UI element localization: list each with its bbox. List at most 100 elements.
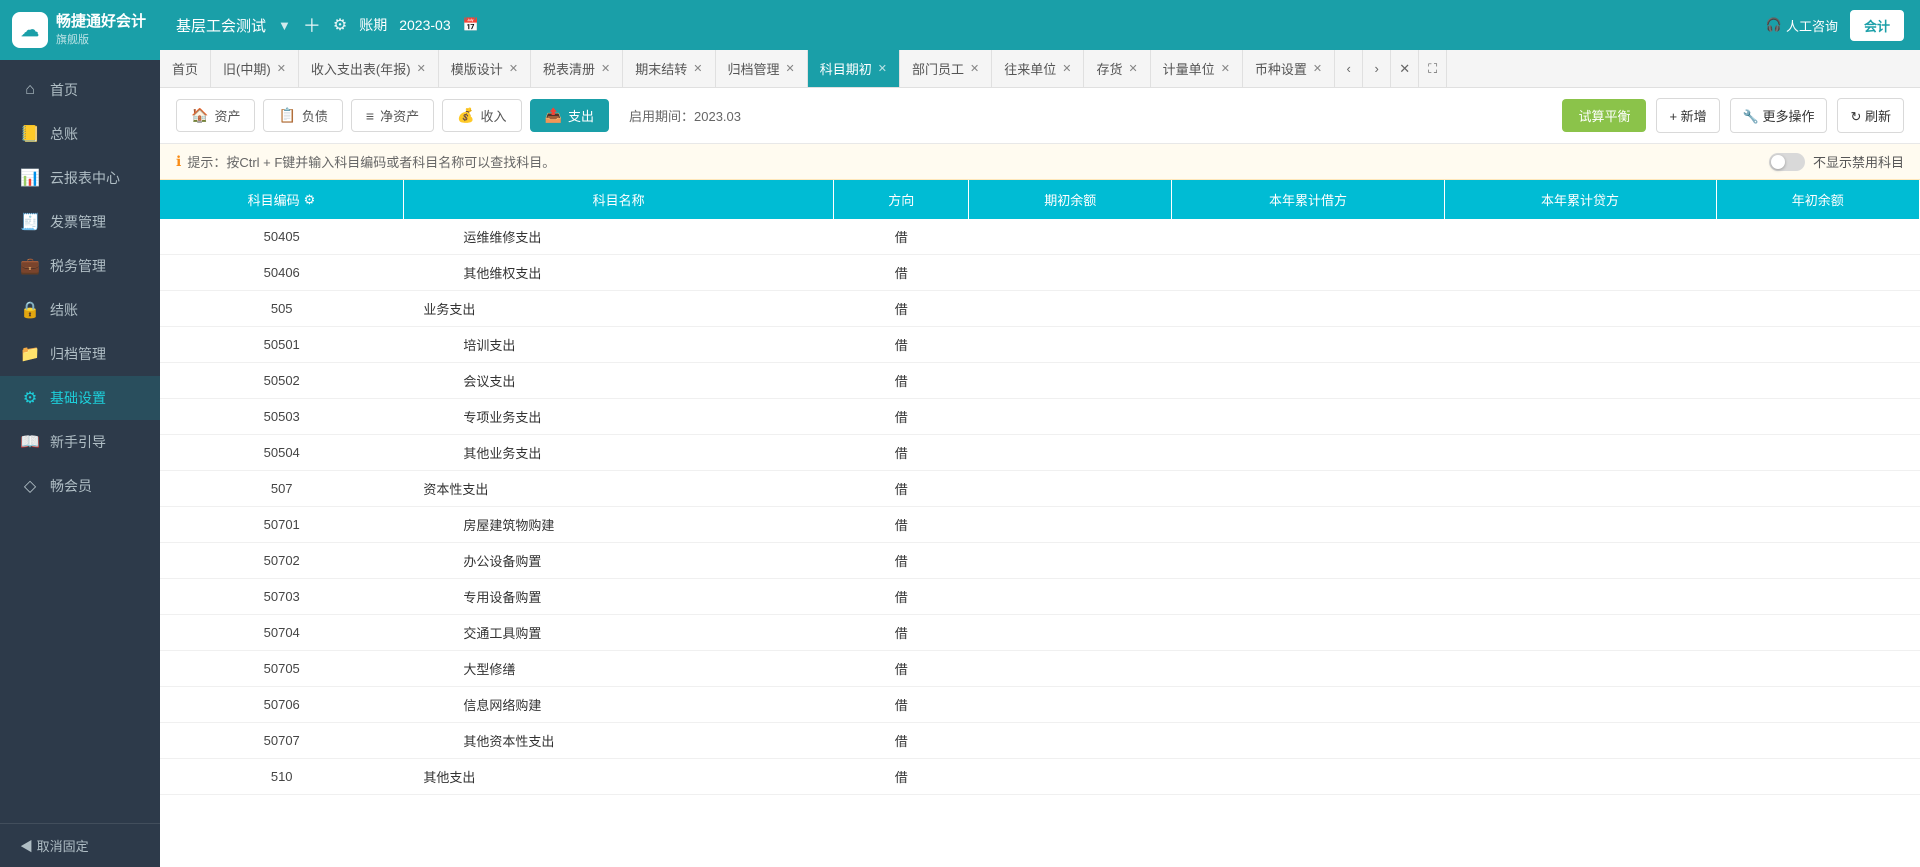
column-settings-icon[interactable]: ⚙ [304, 192, 316, 208]
subject-direction: 借 [834, 471, 969, 507]
sidebar-item-closing[interactable]: 🔒结账 [0, 288, 160, 332]
category-btn-asset[interactable]: 🏠资产 [176, 99, 255, 132]
ytd-balance [1716, 471, 1919, 507]
cancel-fixed-btn[interactable]: ◀ 取消固定 [0, 823, 160, 867]
add-company-btn[interactable]: ＋ [303, 12, 321, 38]
tab-close-tax_table[interactable]: ✕ [601, 62, 610, 75]
table-row[interactable]: 50704交通工具购置借 [160, 615, 1920, 651]
tab-prev-btn[interactable]: ‹ [1335, 50, 1363, 88]
tab-bar: 首页旧(中期)✕收入支出表(年报)✕模版设计✕税表清册✕期末结转✕归档管理✕科目… [160, 50, 1920, 88]
sidebar-item-tax[interactable]: 💼税务管理 [0, 244, 160, 288]
tab-close-inventory[interactable]: ✕ [1128, 62, 1137, 75]
tab-period_end[interactable]: 期末结转✕ [623, 50, 715, 88]
table-row[interactable]: 50707其他资本性支出借 [160, 723, 1920, 759]
sidebar-item-invoice[interactable]: 🧾发票管理 [0, 200, 160, 244]
subject-code: 50705 [160, 651, 403, 687]
tab-dept[interactable]: 部门员工✕ [900, 50, 992, 88]
subject-direction: 借 [834, 507, 969, 543]
table-row[interactable]: 507资本性支出借 [160, 471, 1920, 507]
tab-inventory[interactable]: 存货✕ [1084, 50, 1150, 88]
tab-close-template[interactable]: ✕ [509, 62, 518, 75]
period-value: 2023-03 [399, 17, 450, 33]
tab-bs_mid[interactable]: 旧(中期)✕ [211, 50, 299, 88]
sidebar-item-member[interactable]: ◇畅会员 [0, 464, 160, 508]
ytd-debit [1172, 507, 1444, 543]
tab-close-archive[interactable]: ✕ [786, 62, 795, 75]
account-btn[interactable]: 会计 [1850, 10, 1904, 41]
table-row[interactable]: 50504其他业务支出借 [160, 435, 1920, 471]
sidebar-item-settings[interactable]: ⚙基础设置 [0, 376, 160, 420]
tab-unit[interactable]: 计量单位✕ [1151, 50, 1243, 88]
tab-template[interactable]: 模版设计✕ [439, 50, 531, 88]
table-row[interactable]: 50406其他维权支出借 [160, 255, 1920, 291]
ytd-debit [1172, 579, 1444, 615]
tab-close-period_end[interactable]: ✕ [693, 62, 702, 75]
subject-code: 50707 [160, 723, 403, 759]
subject-name: 其他资本性支出 [403, 723, 833, 759]
tab-currency[interactable]: 币种设置✕ [1243, 50, 1335, 88]
category-btn-expense[interactable]: 📤支出 [530, 99, 609, 132]
subject-code: 510 [160, 759, 403, 795]
tab-label-subject_init: 科目期初 [820, 59, 872, 78]
add-subject-btn[interactable]: + 新增 [1656, 98, 1719, 133]
table-row[interactable]: 50703专用设备购置借 [160, 579, 1920, 615]
tab-close-unit[interactable]: ✕ [1221, 62, 1230, 75]
ytd-credit [1444, 723, 1716, 759]
table-row[interactable]: 50405运维维修支出借 [160, 219, 1920, 255]
calc-balance-btn[interactable]: 试算平衡 [1562, 99, 1646, 132]
th-name: 科目名称 [403, 180, 833, 219]
settings-icon[interactable]: ⚙ [333, 15, 347, 35]
sidebar-item-reports[interactable]: 📊云报表中心 [0, 156, 160, 200]
tab-home[interactable]: 首页 [160, 50, 211, 88]
tab-subject_init[interactable]: 科目期初 ✕ [808, 50, 900, 88]
help-btn[interactable]: 🎧 人工咨询 [1766, 16, 1838, 35]
table-row[interactable]: 50502会议支出借 [160, 363, 1920, 399]
ytd-credit [1444, 507, 1716, 543]
disable-toggle[interactable] [1769, 153, 1805, 171]
help-label: 人工咨询 [1786, 16, 1838, 35]
table-row[interactable]: 50701房屋建筑物购建借 [160, 507, 1920, 543]
tab-close-subject_init[interactable]: ✕ [878, 62, 887, 75]
sidebar-item-archive[interactable]: 📁归档管理 [0, 332, 160, 376]
tab-close-all-btn[interactable]: ✕ [1391, 50, 1419, 88]
tab-close-dept[interactable]: ✕ [970, 62, 979, 75]
tab-next-btn[interactable]: › [1363, 50, 1391, 88]
company-dropdown-icon[interactable]: ▼ [278, 18, 291, 33]
category-btn-income[interactable]: 💰收入 [442, 99, 521, 132]
tab-archive[interactable]: 归档管理✕ [716, 50, 808, 88]
table-row[interactable]: 50705大型修缮借 [160, 651, 1920, 687]
sidebar-label-member: 畅会员 [50, 476, 92, 496]
table-row[interactable]: 510其他支出借 [160, 759, 1920, 795]
subject-code: 50702 [160, 543, 403, 579]
subject-code: 505 [160, 291, 403, 327]
tab-close-partner[interactable]: ✕ [1062, 62, 1071, 75]
sidebar-label-guide: 新手引导 [50, 432, 106, 452]
tab-close-income_statement[interactable]: ✕ [417, 62, 426, 75]
calendar-icon[interactable]: 📅 [463, 17, 479, 33]
tab-partner[interactable]: 往来单位✕ [992, 50, 1084, 88]
table-row[interactable]: 50702办公设备购置借 [160, 543, 1920, 579]
subject-direction: 借 [834, 363, 969, 399]
liability-cat-icon: 📋 [278, 107, 295, 124]
th-ytd_balance: 年初余额 [1716, 180, 1919, 219]
sidebar-item-home[interactable]: ⌂首页 [0, 68, 160, 112]
refresh-btn[interactable]: ↻ 刷新 [1837, 98, 1904, 133]
sidebar-item-guide[interactable]: 📖新手引导 [0, 420, 160, 464]
table-row[interactable]: 50503专项业务支出借 [160, 399, 1920, 435]
table-row[interactable]: 505业务支出借 [160, 291, 1920, 327]
logo-icon: ☁ [12, 12, 48, 48]
tab-income_statement[interactable]: 收入支出表(年报)✕ [299, 50, 439, 88]
col-label-ytd_debit: 本年累计借方 [1269, 193, 1347, 208]
table-row[interactable]: 50501培训支出借 [160, 327, 1920, 363]
subject-name: 信息网络购建 [403, 687, 833, 723]
category-btn-liability[interactable]: 📋负债 [263, 99, 342, 132]
tab-tax_table[interactable]: 税表清册✕ [531, 50, 623, 88]
tab-close-bs_mid[interactable]: ✕ [277, 62, 286, 75]
sidebar-item-ledger[interactable]: 📒总账 [0, 112, 160, 156]
tab-close-currency[interactable]: ✕ [1313, 62, 1322, 75]
tab-expand-btn[interactable]: ⛶ [1419, 50, 1447, 88]
category-btn-equity[interactable]: ≡净资产 [351, 99, 434, 132]
cat-label-expense: 支出 [568, 106, 594, 125]
more-actions-btn[interactable]: 🔧 更多操作 [1730, 98, 1828, 133]
table-row[interactable]: 50706信息网络购建借 [160, 687, 1920, 723]
